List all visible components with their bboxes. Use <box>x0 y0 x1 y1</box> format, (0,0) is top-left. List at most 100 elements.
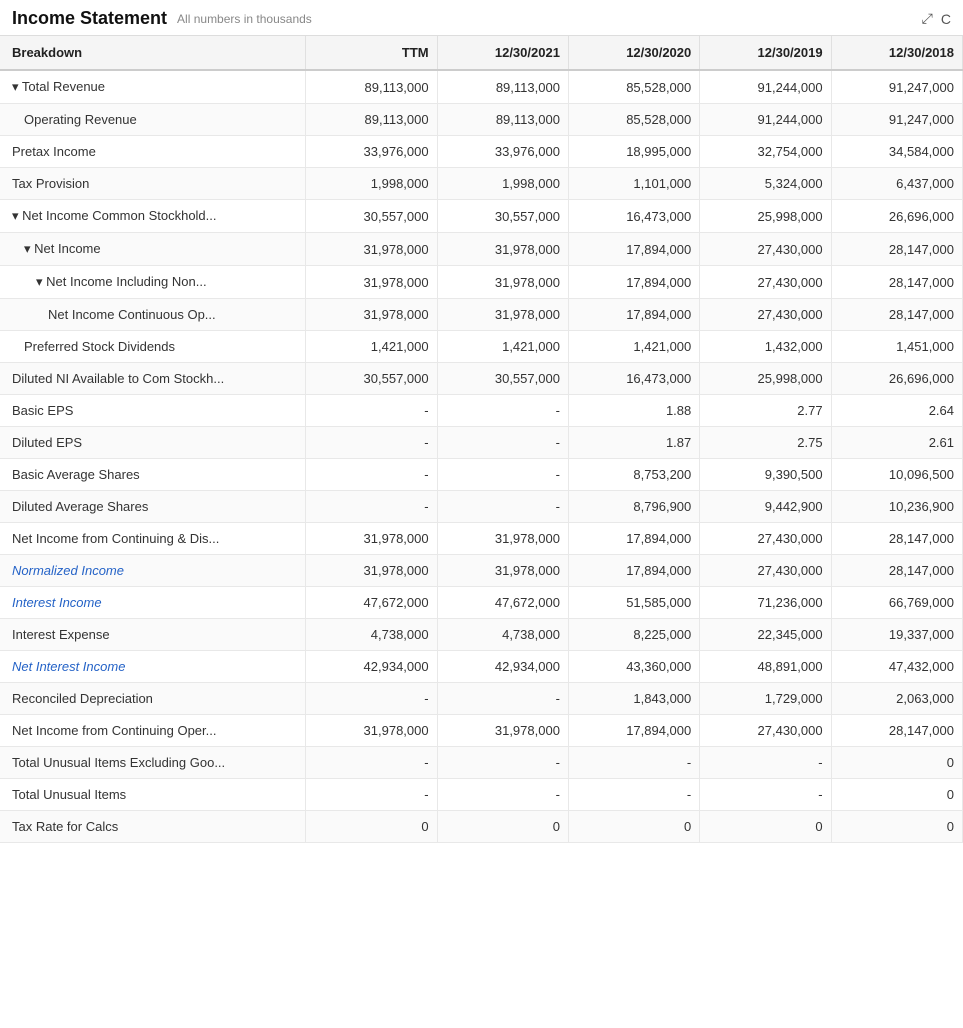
row-value: - <box>306 427 437 459</box>
row-value: 27,430,000 <box>700 523 831 555</box>
row-value: 17,894,000 <box>568 555 699 587</box>
row-value: 1,421,000 <box>437 331 568 363</box>
row-label: Total Unusual Items Excluding Goo... <box>0 747 306 779</box>
table-row: Tax Rate for Calcs00000 <box>0 811 963 843</box>
row-value: 19,337,000 <box>831 619 962 651</box>
row-value: 17,894,000 <box>568 299 699 331</box>
row-label: ▾ Net Income <box>0 233 306 266</box>
row-value: 28,147,000 <box>831 299 962 331</box>
row-value: - <box>568 747 699 779</box>
table-row: Tax Provision1,998,0001,998,0001,101,000… <box>0 168 963 200</box>
expand-icon[interactable]: ⤢ <box>922 10 933 27</box>
row-value: 17,894,000 <box>568 523 699 555</box>
row-value: 32,754,000 <box>700 136 831 168</box>
row-value: 91,244,000 <box>700 104 831 136</box>
row-value: - <box>306 747 437 779</box>
row-value: 48,891,000 <box>700 651 831 683</box>
row-value: - <box>306 683 437 715</box>
row-value: 1,729,000 <box>700 683 831 715</box>
row-value: 28,147,000 <box>831 233 962 266</box>
row-value: 27,430,000 <box>700 555 831 587</box>
row-value: 27,430,000 <box>700 233 831 266</box>
row-value: 31,978,000 <box>306 715 437 747</box>
row-value: 1,432,000 <box>700 331 831 363</box>
row-value: 85,528,000 <box>568 70 699 104</box>
row-value: - <box>700 747 831 779</box>
row-value: 17,894,000 <box>568 266 699 299</box>
row-value: - <box>437 459 568 491</box>
table-row: Net Income Continuous Op...31,978,00031,… <box>0 299 963 331</box>
table-row: ▾ Net Income Including Non...31,978,0003… <box>0 266 963 299</box>
row-value: 47,672,000 <box>306 587 437 619</box>
row-value: 26,696,000 <box>831 200 962 233</box>
close-icon[interactable]: C <box>941 11 951 27</box>
row-label: Tax Rate for Calcs <box>0 811 306 843</box>
row-value: 2.61 <box>831 427 962 459</box>
row-value: 89,113,000 <box>306 70 437 104</box>
row-value: 9,390,500 <box>700 459 831 491</box>
row-value: 31,978,000 <box>306 299 437 331</box>
row-value: 31,978,000 <box>306 555 437 587</box>
row-value: 42,934,000 <box>306 651 437 683</box>
row-value: 47,672,000 <box>437 587 568 619</box>
row-value: 34,584,000 <box>831 136 962 168</box>
row-value: 8,225,000 <box>568 619 699 651</box>
row-label: Net Income Continuous Op... <box>0 299 306 331</box>
row-value: 43,360,000 <box>568 651 699 683</box>
table-row: Total Unusual Items Excluding Goo...----… <box>0 747 963 779</box>
income-statement-table: Breakdown TTM 12/30/2021 12/30/2020 12/3… <box>0 36 963 843</box>
row-value: 89,113,000 <box>437 104 568 136</box>
row-label: Interest Income <box>0 587 306 619</box>
row-value: - <box>700 779 831 811</box>
row-label: Total Unusual Items <box>0 779 306 811</box>
table-row: ▾ Net Income Common Stockhold...30,557,0… <box>0 200 963 233</box>
row-value: 4,738,000 <box>437 619 568 651</box>
row-label: ▾ Net Income Common Stockhold... <box>0 200 306 233</box>
row-label: Pretax Income <box>0 136 306 168</box>
row-label: Diluted NI Available to Com Stockh... <box>0 363 306 395</box>
row-value: 0 <box>306 811 437 843</box>
row-label: Net Interest Income <box>0 651 306 683</box>
row-value: 10,236,900 <box>831 491 962 523</box>
row-value: 27,430,000 <box>700 266 831 299</box>
table-row: Interest Expense4,738,0004,738,0008,225,… <box>0 619 963 651</box>
row-value: 30,557,000 <box>306 200 437 233</box>
row-value: - <box>306 395 437 427</box>
row-label: ▾ Net Income Including Non... <box>0 266 306 299</box>
row-value: 91,247,000 <box>831 70 962 104</box>
row-value: 1,843,000 <box>568 683 699 715</box>
row-value: 31,978,000 <box>437 266 568 299</box>
row-value: 71,236,000 <box>700 587 831 619</box>
row-value: 30,557,000 <box>437 363 568 395</box>
row-label: Net Income from Continuing Oper... <box>0 715 306 747</box>
row-value: 1,421,000 <box>568 331 699 363</box>
row-value: 22,345,000 <box>700 619 831 651</box>
table-header-row: Breakdown TTM 12/30/2021 12/30/2020 12/3… <box>0 36 963 70</box>
row-value: 31,978,000 <box>306 233 437 266</box>
row-value: 6,437,000 <box>831 168 962 200</box>
row-value: 1,998,000 <box>437 168 568 200</box>
row-value: 0 <box>568 811 699 843</box>
table-row: Preferred Stock Dividends1,421,0001,421,… <box>0 331 963 363</box>
row-label: Interest Expense <box>0 619 306 651</box>
row-label: Basic EPS <box>0 395 306 427</box>
table-row: Net Income from Continuing Oper...31,978… <box>0 715 963 747</box>
row-label: Basic Average Shares <box>0 459 306 491</box>
row-value: 28,147,000 <box>831 555 962 587</box>
row-value: 91,247,000 <box>831 104 962 136</box>
row-value: 27,430,000 <box>700 299 831 331</box>
row-value: 85,528,000 <box>568 104 699 136</box>
row-value: 28,147,000 <box>831 523 962 555</box>
row-label: Normalized Income <box>0 555 306 587</box>
row-value: 1,421,000 <box>306 331 437 363</box>
table-row: Reconciled Depreciation--1,843,0001,729,… <box>0 683 963 715</box>
row-label: Reconciled Depreciation <box>0 683 306 715</box>
table-row: Net Interest Income42,934,00042,934,0004… <box>0 651 963 683</box>
row-value: 2,063,000 <box>831 683 962 715</box>
row-value: 17,894,000 <box>568 233 699 266</box>
row-value: 51,585,000 <box>568 587 699 619</box>
table-row: Net Income from Continuing & Dis...31,97… <box>0 523 963 555</box>
row-value: 2.64 <box>831 395 962 427</box>
row-value: 31,978,000 <box>437 299 568 331</box>
col-header-2021: 12/30/2021 <box>437 36 568 70</box>
